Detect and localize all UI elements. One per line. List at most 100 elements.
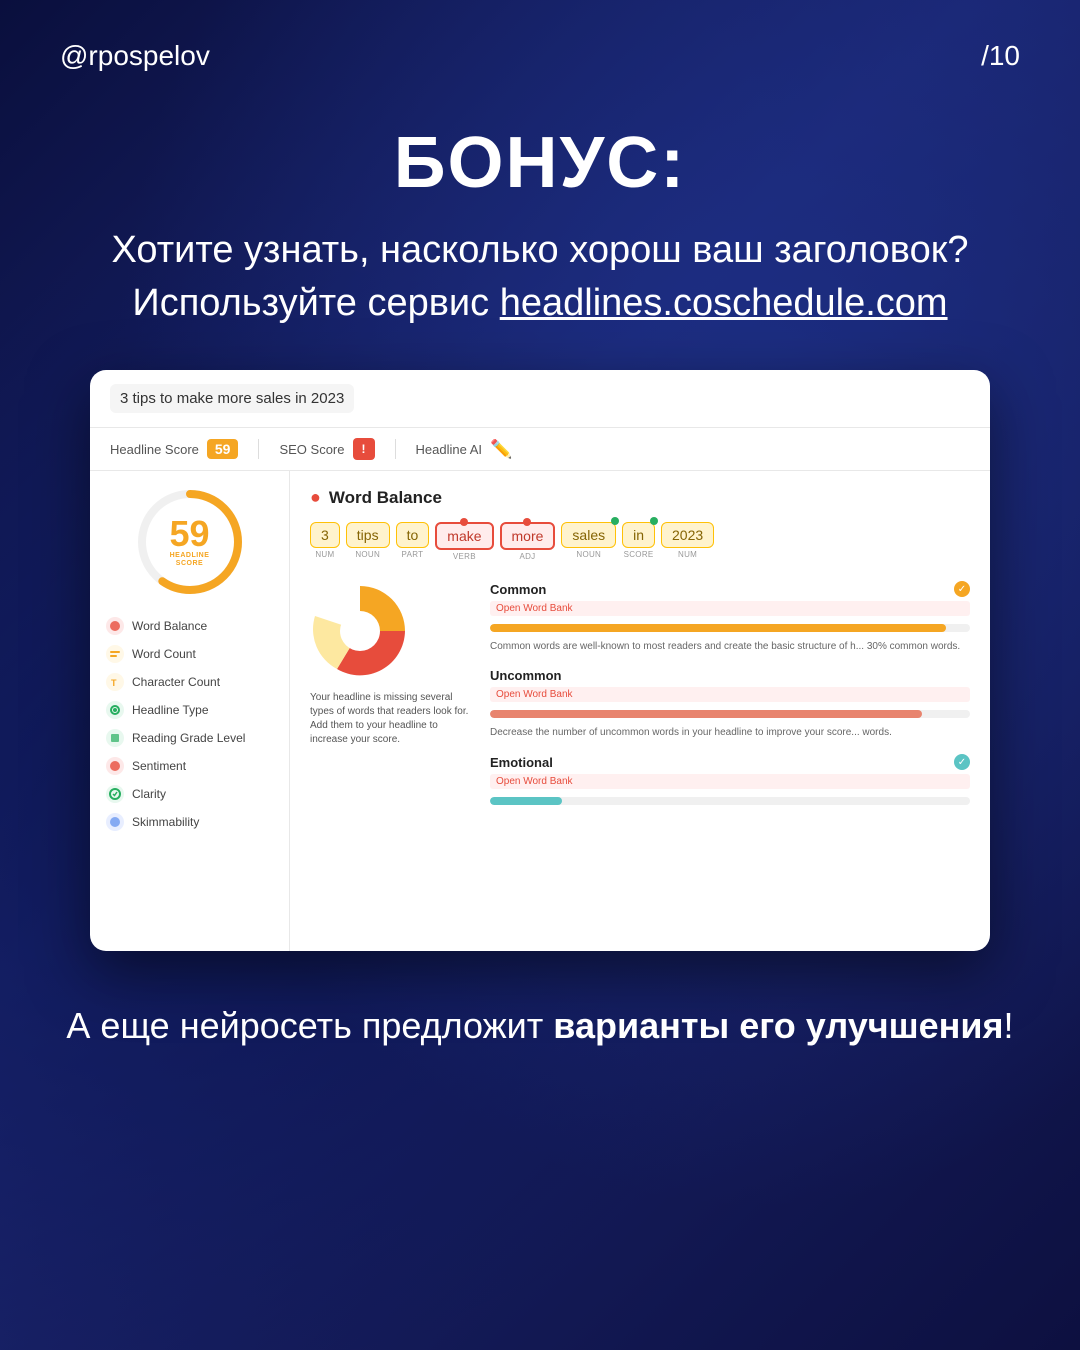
tab-seo[interactable]: SEO Score ! xyxy=(279,438,374,460)
tab-headline-score[interactable]: Headline Score 59 xyxy=(110,439,238,459)
left-sidebar: 59 HEADLINESCORE Word Balance xyxy=(90,471,290,951)
pie-chart xyxy=(310,581,410,681)
tag-in: in xyxy=(622,522,655,548)
character-count-label: Character Count xyxy=(132,675,220,689)
tag-3: 3 xyxy=(310,522,340,548)
bottom-bold: варианты его улучшения xyxy=(553,1005,1003,1046)
uncommon-word-bank-link[interactable]: Open Word Bank xyxy=(490,687,970,702)
panel-title: ● Word Balance xyxy=(310,487,970,508)
score-circle: 59 HEADLINESCORE xyxy=(135,487,245,597)
sidebar-items-list: Word Balance Word Count T Character Coun… xyxy=(106,617,273,831)
sidebar-item-sentiment[interactable]: Sentiment xyxy=(106,757,273,775)
sidebar-item-headline-type[interactable]: Headline Type xyxy=(106,701,273,719)
sidebar-item-word-balance[interactable]: Word Balance xyxy=(106,617,273,635)
sidebar-item-reading-grade[interactable]: Reading Grade Level xyxy=(106,729,273,747)
emotional-word-bank-link[interactable]: Open Word Bank xyxy=(490,774,970,789)
bottom-prefix: А еще нейросеть предложит xyxy=(66,1005,553,1046)
uncommon-bar-track xyxy=(490,710,970,718)
tag-make: make xyxy=(435,522,493,550)
title-section: БОНУС: Хотите узнать, насколько хорош ва… xyxy=(60,122,1020,330)
clarity-icon xyxy=(106,785,124,803)
tab-divider-2 xyxy=(395,439,396,459)
tag-2023: 2023 xyxy=(661,522,714,548)
adj-dot xyxy=(523,518,531,526)
common-word-bank-link[interactable]: Open Word Bank xyxy=(490,601,970,616)
bar-emotional-label: Emotional xyxy=(490,755,553,770)
subtitle: Хотите узнать, насколько хорош ваш загол… xyxy=(60,224,1020,330)
sentiment-label: Sentiment xyxy=(132,759,186,773)
word-tag-to: to PART xyxy=(396,522,430,559)
skimmability-label: Skimmability xyxy=(132,815,199,829)
tag-to: to xyxy=(396,522,430,548)
tag-sales: sales xyxy=(561,522,616,548)
bar-common-label: Common xyxy=(490,582,546,597)
bottom-suffix: ! xyxy=(1004,1005,1014,1046)
reading-grade-icon xyxy=(106,729,124,747)
tab-seo-label: SEO Score xyxy=(279,442,344,457)
noun-dot xyxy=(611,517,619,525)
word-tag-tips: tips NOUN xyxy=(346,522,390,559)
word-tag-sales: sales NOUN xyxy=(561,522,616,559)
main-content: 59 HEADLINESCORE Word Balance xyxy=(90,471,990,951)
word-tag-in: in SCORE xyxy=(622,522,655,559)
score-number: 59 HEADLINESCORE xyxy=(135,487,245,597)
word-tags-row: 3 NUM tips NOUN to PART xyxy=(310,522,970,561)
emotional-bar-fill xyxy=(490,797,562,805)
tag-more: more xyxy=(500,522,556,550)
emotional-check-icon: ✓ xyxy=(954,754,970,770)
emotional-bar-track xyxy=(490,797,970,805)
score-circle-container: 59 HEADLINESCORE xyxy=(106,487,273,597)
bar-group-emotional: Emotional ✓ Open Word Bank xyxy=(490,754,970,809)
common-check-icon: ✓ xyxy=(954,581,970,597)
uncommon-bar-desc: Decrease the number of uncommon words in… xyxy=(490,726,970,740)
common-bar-fill xyxy=(490,624,946,632)
subtitle-line2: Используйте сервис xyxy=(132,282,499,324)
uncommon-bar-fill xyxy=(490,710,922,718)
sidebar-item-clarity[interactable]: Clarity xyxy=(106,785,273,803)
score-tabs: Headline Score 59 SEO Score ! Headline A… xyxy=(90,428,990,471)
common-bar-track xyxy=(490,624,970,632)
right-panel: ● Word Balance 3 NUM tips NOUN xyxy=(290,471,990,951)
bars-section: Common ✓ Open Word Bank Common words are… xyxy=(490,581,970,781)
word-count-icon xyxy=(106,645,124,663)
tab-ai[interactable]: Headline AI ✏️ xyxy=(416,439,513,460)
sidebar-item-skimmability[interactable]: Skimmability xyxy=(106,813,273,831)
verb-dot xyxy=(460,518,468,526)
skimmability-icon xyxy=(106,813,124,831)
ai-wand-icon: ✏️ xyxy=(490,439,512,460)
tab-ai-label: Headline AI xyxy=(416,442,483,457)
word-balance-icon xyxy=(106,617,124,635)
word-tag-3: 3 NUM xyxy=(310,522,340,559)
pie-description: Your headline is missing several types o… xyxy=(310,691,470,747)
clarity-label: Clarity xyxy=(132,787,166,801)
coschedule-link[interactable]: headlines.coschedule.com xyxy=(500,282,948,324)
tab-headline-label: Headline Score xyxy=(110,442,199,457)
seo-warning-icon: ! xyxy=(353,438,375,460)
app-bar: 3 tips to make more sales in 2023 xyxy=(90,370,990,428)
sidebar-item-character-count[interactable]: T Character Count xyxy=(106,673,273,691)
pie-section: Your headline is missing several types o… xyxy=(310,581,470,781)
bar-group-common: Common ✓ Open Word Bank Common words are… xyxy=(490,581,970,654)
svg-text:T: T xyxy=(111,678,117,688)
header: @rpospelov /10 xyxy=(60,40,1020,72)
slide-number: /10 xyxy=(981,40,1020,72)
tab-divider-1 xyxy=(258,439,259,459)
word-tag-2023: 2023 NUM xyxy=(661,522,714,559)
word-count-label: Word Count xyxy=(132,647,196,661)
reading-grade-label: Reading Grade Level xyxy=(132,731,245,745)
word-tag-more: more ADJ xyxy=(500,522,556,561)
bar-uncommon-label: Uncommon xyxy=(490,668,562,683)
score-label: HEADLINESCORE xyxy=(170,552,210,569)
common-bar-desc: Common words are well-known to most read… xyxy=(490,640,970,654)
score-badge: 59 xyxy=(207,439,239,459)
bottom-section: А еще нейросеть предложит варианты его у… xyxy=(60,1001,1020,1051)
username: @rpospelov xyxy=(60,40,210,72)
headline-type-icon xyxy=(106,701,124,719)
bar-group-uncommon: Uncommon Open Word Bank Decrease the num… xyxy=(490,668,970,740)
chart-description-row: Your headline is missing several types o… xyxy=(310,581,970,781)
sidebar-item-word-count[interactable]: Word Count xyxy=(106,645,273,663)
character-count-icon: T xyxy=(106,673,124,691)
subtitle-line1: Хотите узнать, насколько хорош ваш загол… xyxy=(112,229,969,271)
headline-input: 3 tips to make more sales in 2023 xyxy=(110,384,354,413)
screenshot-card: 3 tips to make more sales in 2023 Headli… xyxy=(90,370,990,951)
